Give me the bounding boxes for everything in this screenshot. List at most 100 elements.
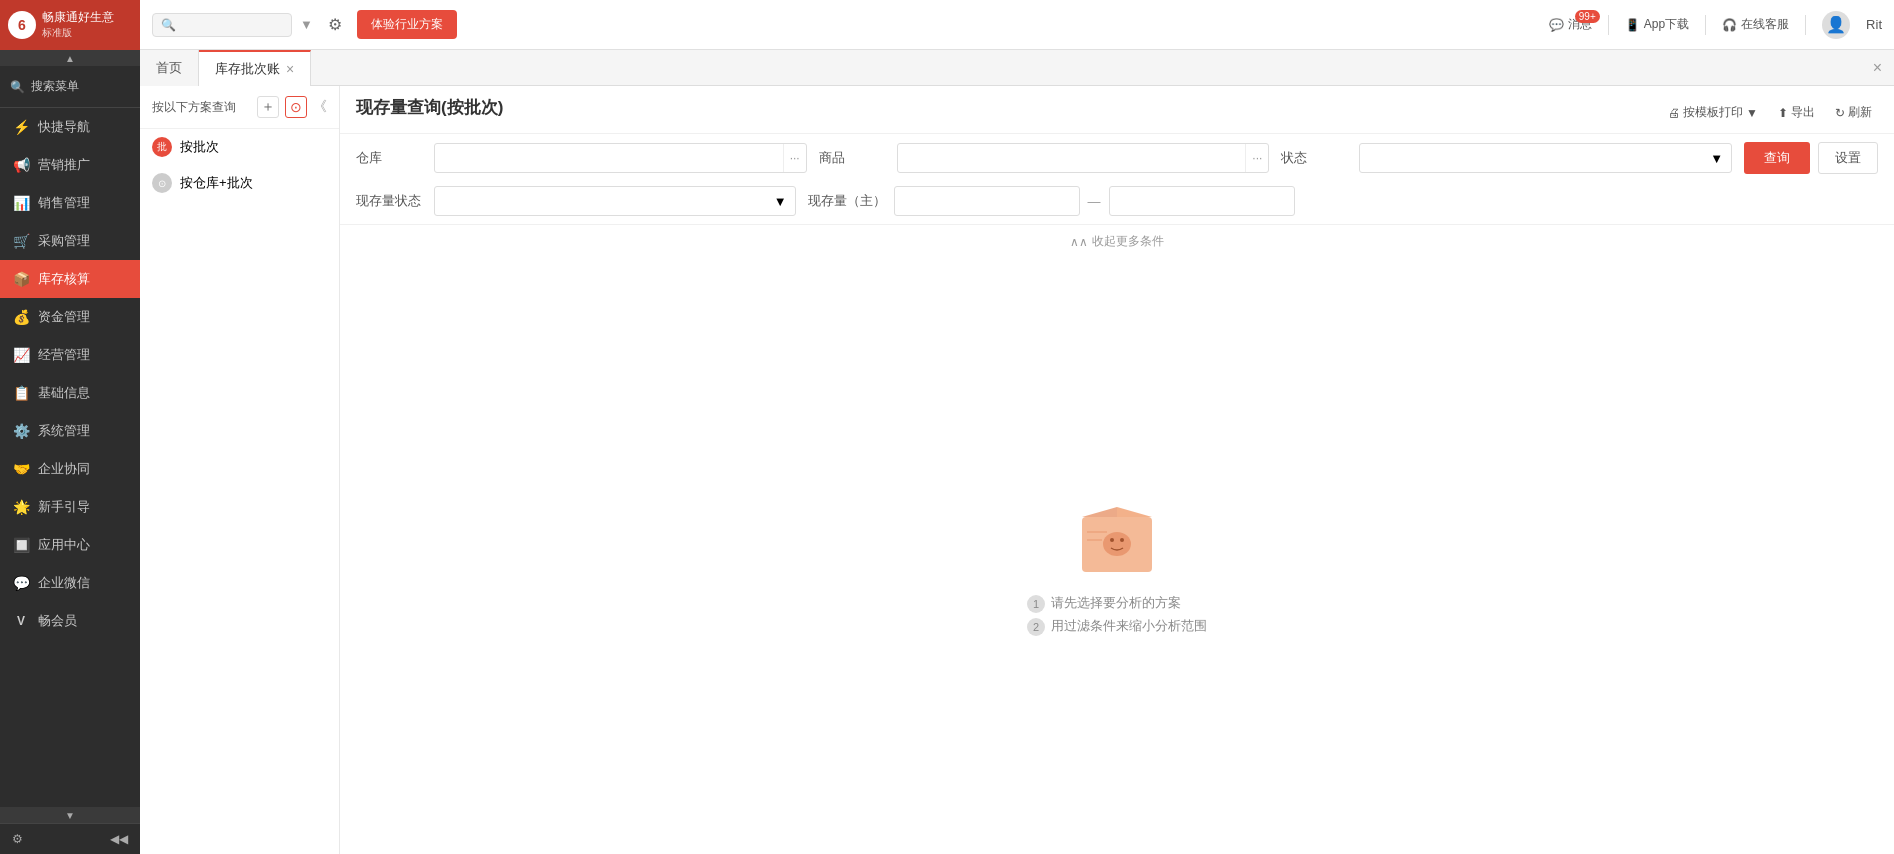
left-panel-header: 按以下方案查询 ＋ ⊙ 《 — [140, 86, 339, 129]
hint-item-2: 2 用过滤条件来缩小分析范围 — [1027, 617, 1207, 636]
purchase-icon: 🛒 — [12, 232, 30, 250]
print-button[interactable]: 🖨 按模板打印 ▼ — [1662, 100, 1764, 125]
message-icon: 💬 — [1549, 18, 1564, 32]
warehouse-dots-btn[interactable]: ··· — [783, 144, 806, 172]
topbar-search-icon: 🔍 — [161, 18, 176, 32]
search-menu-button[interactable]: 🔍 搜索菜单 — [8, 74, 132, 99]
sidebar-item-marketing[interactable]: 📢 营销推广 — [0, 146, 140, 184]
sidebar-item-label: 畅会员 — [38, 612, 77, 630]
user-name: Rit — [1866, 17, 1882, 32]
newbie-icon: 🌟 — [12, 498, 30, 516]
empty-illustration — [1057, 472, 1177, 582]
search-menu-label: 搜索菜单 — [31, 78, 79, 95]
goods-field: 商品 ··· — [819, 143, 1270, 173]
sidebar-item-finance[interactable]: 💰 资金管理 — [0, 298, 140, 336]
collapse-more-button[interactable]: ∧∧ 收起更多条件 — [340, 224, 1894, 258]
collapse-more-label: 收起更多条件 — [1092, 233, 1164, 250]
service-icon: 🎧 — [1722, 18, 1737, 32]
user-avatar[interactable]: 👤 — [1822, 11, 1850, 39]
scroll-up-button[interactable]: ▲ — [0, 50, 140, 66]
query-button[interactable]: 查询 — [1744, 142, 1810, 174]
system-icon: ⚙️ — [12, 422, 30, 440]
export-icon: ⬆ — [1778, 106, 1788, 120]
left-panel: 按以下方案查询 ＋ ⊙ 《 批 按批次 ⊙ 按仓库+批次 — [140, 86, 340, 854]
svg-point-3 — [1103, 532, 1131, 556]
tab-home-label: 首页 — [156, 59, 182, 77]
action-buttons: 查询 设置 — [1744, 142, 1878, 174]
sidebar-item-label: 新手引导 — [38, 498, 90, 516]
sidebar-item-purchase[interactable]: 🛒 采购管理 — [0, 222, 140, 260]
scheme-icon-red: 批 — [152, 137, 172, 157]
online-service-label: 在线客服 — [1741, 16, 1789, 33]
sidebar-item-sales[interactable]: 📊 销售管理 — [0, 184, 140, 222]
goods-input-wrap: ··· — [897, 143, 1270, 173]
warehouse-label: 仓库 — [356, 149, 426, 167]
scheme-item-by-batch[interactable]: 批 按批次 — [140, 129, 339, 165]
sidebar-item-vip[interactable]: V 畅会员 — [0, 602, 140, 640]
sidebar: 6 畅康通好生意 标准版 ▲ 🔍 搜索菜单 ⚡ 快捷导航 📢 营销推广 📊 销售… — [0, 0, 140, 854]
close-all-tabs-button[interactable]: × — [1861, 59, 1894, 77]
status-field: 状态 ▼ — [1281, 143, 1732, 173]
svg-point-4 — [1110, 538, 1114, 542]
topbar: 🔍 ▼ ⚙ 体验行业方案 💬 消息 99+ 📱 App下载 🎧 在线客服 — [140, 0, 1894, 50]
inventory-status-wrap[interactable]: ▼ — [434, 186, 796, 216]
sidebar-header: 6 畅康通好生意 标准版 — [0, 0, 140, 50]
tab-close-icon[interactable]: × — [286, 62, 294, 76]
left-panel-tools: ＋ ⊙ 《 — [257, 96, 327, 118]
collapse-sidebar-button[interactable]: ◀◀ — [110, 832, 128, 846]
goods-dots-btn[interactable]: ··· — [1245, 144, 1268, 172]
finance-icon: 💰 — [12, 308, 30, 326]
query-form: 现存量查询(按批次) 🖨 按模板打印 ▼ ⬆ 导出 ↻ — [340, 86, 1894, 258]
inventory-qty-from[interactable] — [895, 194, 1079, 209]
refresh-button[interactable]: ↻ 刷新 — [1829, 100, 1878, 125]
warehouse-input[interactable] — [435, 151, 783, 166]
tab-inventory-batch[interactable]: 库存批次账 × — [199, 50, 311, 86]
sidebar-item-app-center[interactable]: 🔲 应用中心 — [0, 526, 140, 564]
inventory-qty-label: 现存量（主） — [808, 192, 886, 210]
query-row-2: 现存量状态 ▼ 现存量（主） — — [340, 182, 1894, 224]
inventory-status-field: 现存量状态 ▼ — [356, 186, 796, 216]
topbar-search-box[interactable]: 🔍 — [152, 13, 292, 37]
app-logo: 6 — [8, 11, 36, 39]
app-center-icon: 🔲 — [12, 536, 30, 554]
settings-button[interactable]: ⚙ — [12, 832, 23, 846]
sidebar-item-operations[interactable]: 📈 经营管理 — [0, 336, 140, 374]
sidebar-footer: ⚙ ◀◀ — [0, 823, 140, 854]
sales-icon: 📊 — [12, 194, 30, 212]
collapse-panel-button[interactable]: 《 — [313, 98, 327, 116]
scroll-down-button[interactable]: ▼ — [0, 807, 140, 823]
sidebar-item-basic-info[interactable]: 📋 基础信息 — [0, 374, 140, 412]
messages-button[interactable]: 💬 消息 99+ — [1549, 16, 1592, 33]
sidebar-item-enterprise[interactable]: 🤝 企业协同 — [0, 450, 140, 488]
warehouse-input-wrap: ··· — [434, 143, 807, 173]
export-button[interactable]: ⬆ 导出 — [1772, 100, 1821, 125]
sidebar-item-inventory[interactable]: 📦 库存核算 — [0, 260, 140, 298]
content-area: 按以下方案查询 ＋ ⊙ 《 批 按批次 ⊙ 按仓库+批次 — [140, 86, 1894, 854]
online-service-button[interactable]: 🎧 在线客服 — [1722, 16, 1789, 33]
scheme-item-by-warehouse-batch[interactable]: ⊙ 按仓库+批次 — [140, 165, 339, 201]
sidebar-item-shortcut[interactable]: ⚡ 快捷导航 — [0, 108, 140, 146]
query-row-1: 仓库 ··· 商品 ··· — [340, 134, 1894, 182]
basic-info-icon: 📋 — [12, 384, 30, 402]
collapse-up-icon: ∧∧ — [1070, 235, 1088, 249]
sidebar-item-newbie[interactable]: 🌟 新手引导 — [0, 488, 140, 526]
topbar-gear-button[interactable]: ⚙ — [321, 11, 349, 39]
operations-icon: 📈 — [12, 346, 30, 364]
sidebar-item-system[interactable]: ⚙️ 系统管理 — [0, 412, 140, 450]
svg-point-5 — [1120, 538, 1124, 542]
experience-btn[interactable]: 体验行业方案 — [357, 10, 457, 39]
settings-button-form[interactable]: 设置 — [1818, 142, 1878, 174]
topbar-dropdown-icon[interactable]: ▼ — [300, 17, 313, 32]
divider2 — [1705, 15, 1706, 35]
user-icon: 👤 — [1826, 15, 1846, 34]
messages-badge: 99+ — [1575, 10, 1600, 23]
scheme-icon-gray: ⊙ — [152, 173, 172, 193]
add-scheme-button[interactable]: ＋ — [257, 96, 279, 118]
right-panel: 现存量查询(按批次) 🖨 按模板打印 ▼ ⬆ 导出 ↻ — [340, 86, 1894, 854]
inventory-qty-to[interactable] — [1110, 194, 1294, 209]
scheme-settings-button[interactable]: ⊙ — [285, 96, 307, 118]
app-download-button[interactable]: 📱 App下载 — [1625, 16, 1689, 33]
tab-home[interactable]: 首页 — [140, 50, 199, 86]
sidebar-item-wechat[interactable]: 💬 企业微信 — [0, 564, 140, 602]
goods-input[interactable] — [898, 151, 1246, 166]
